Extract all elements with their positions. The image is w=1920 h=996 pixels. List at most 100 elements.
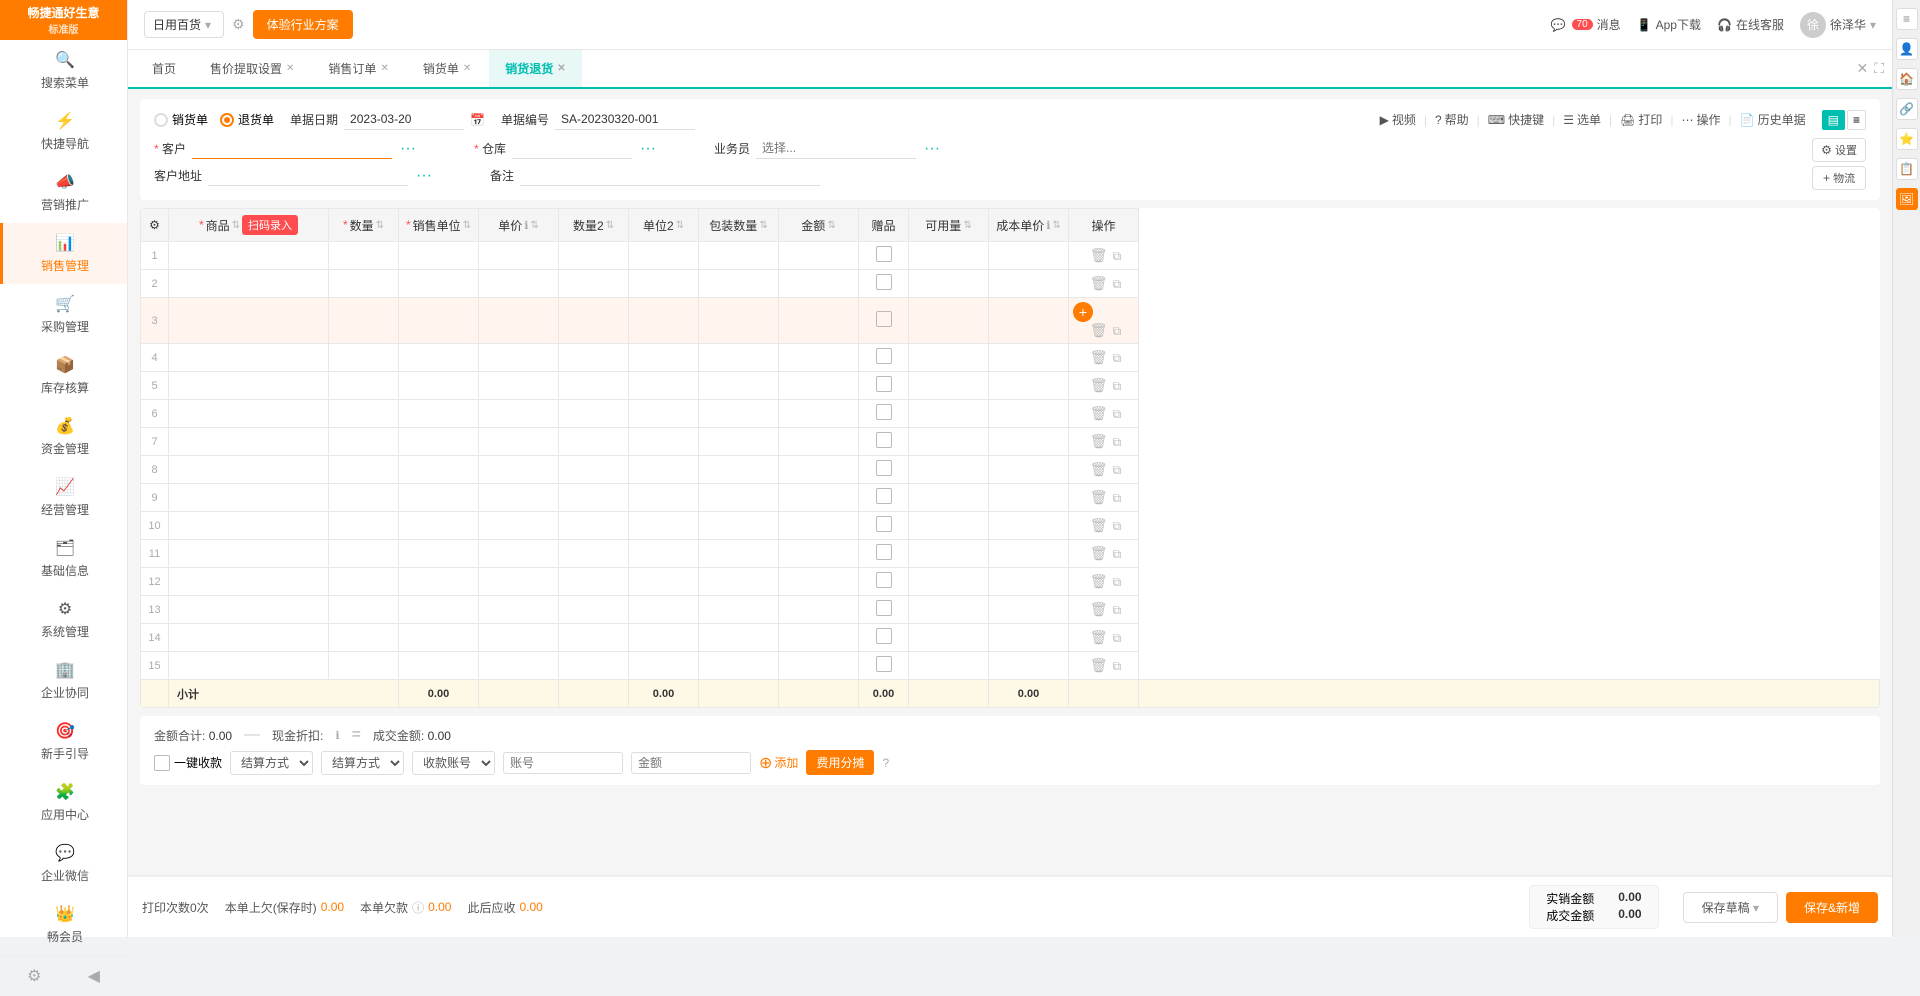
row-goods-11[interactable]: [169, 540, 329, 568]
onepay-checkbox[interactable]: 一键收款: [154, 754, 222, 771]
row-pkg-7[interactable]: [699, 428, 779, 456]
row-amount-13[interactable]: [779, 596, 859, 624]
address-input[interactable]: [208, 165, 408, 186]
sidebar-item-operation[interactable]: 📈 经营管理: [0, 467, 127, 528]
row-gift-3[interactable]: [859, 298, 909, 344]
row-unit-15[interactable]: [399, 652, 479, 680]
row-avail-12[interactable]: [909, 568, 989, 596]
row-gift-12[interactable]: [859, 568, 909, 596]
row-amount-9[interactable]: [779, 484, 859, 512]
row-goods-7[interactable]: [169, 428, 329, 456]
row-price-4[interactable]: [479, 344, 559, 372]
row-pkg-12[interactable]: [699, 568, 779, 596]
rp-icon-6[interactable]: 📋: [1896, 158, 1918, 180]
row-amount-7[interactable]: [779, 428, 859, 456]
row-qty-13[interactable]: [329, 596, 399, 624]
row-pkg-5[interactable]: [699, 372, 779, 400]
row-amount-2[interactable]: [779, 270, 859, 298]
row-unit2-15[interactable]: [629, 652, 699, 680]
row-goods-5[interactable]: [169, 372, 329, 400]
row-cost-15[interactable]: [989, 652, 1069, 680]
print-btn[interactable]: 🖨 打印: [1620, 111, 1662, 128]
unit2-sort-icon[interactable]: ⇅: [676, 220, 684, 231]
logistics-btn[interactable]: + 物流: [1812, 166, 1866, 190]
row-goods-1[interactable]: [169, 242, 329, 270]
sidebar-item-wechat[interactable]: 💬 企业微信: [0, 833, 127, 894]
radio-delivery[interactable]: 销货单: [154, 111, 208, 128]
delete-row-btn[interactable]: 🗑: [1090, 377, 1108, 393]
account-select[interactable]: 收款账号: [412, 751, 495, 775]
row-goods-8[interactable]: [169, 456, 329, 484]
row-pkg-3[interactable]: [699, 298, 779, 344]
row-goods-15[interactable]: [169, 652, 329, 680]
row-avail-8[interactable]: [909, 456, 989, 484]
row-unit2-7[interactable]: [629, 428, 699, 456]
row-price-11[interactable]: [479, 540, 559, 568]
delete-row-btn[interactable]: 🗑: [1090, 573, 1108, 589]
tab-order[interactable]: 销售订单 ✕: [312, 50, 404, 89]
row-qty2-10[interactable]: [559, 512, 629, 540]
row-qty-7[interactable]: [329, 428, 399, 456]
row-avail-2[interactable]: [909, 270, 989, 298]
row-price-2[interactable]: [479, 270, 559, 298]
row-cost-14[interactable]: [989, 624, 1069, 652]
copy-row-btn[interactable]: ⧉: [1113, 324, 1122, 338]
history-btn[interactable]: 📄 历史单据: [1740, 111, 1806, 128]
row-amount-11[interactable]: [779, 540, 859, 568]
row-cost-5[interactable]: [989, 372, 1069, 400]
row-goods-3[interactable]: [169, 298, 329, 344]
copy-row-btn[interactable]: ⧉: [1113, 519, 1122, 533]
row-qty-12[interactable]: [329, 568, 399, 596]
row-gift-5[interactable]: [859, 372, 909, 400]
row-qty2-9[interactable]: [559, 484, 629, 512]
row-unit-1[interactable]: [399, 242, 479, 270]
topbar-gear-icon[interactable]: ⚙: [232, 16, 245, 33]
row-avail-15[interactable]: [909, 652, 989, 680]
row-price-5[interactable]: [479, 372, 559, 400]
tab-price[interactable]: 售价提取设置 ✕: [194, 50, 310, 89]
delete-row-btn[interactable]: 🗑: [1090, 545, 1108, 561]
row-qty2-6[interactable]: [559, 400, 629, 428]
row-amount-6[interactable]: [779, 400, 859, 428]
row-unit-9[interactable]: [399, 484, 479, 512]
rp-icon-1[interactable]: ≡: [1896, 8, 1918, 30]
scan-button[interactable]: 扫码录入: [242, 215, 298, 235]
row-pkg-14[interactable]: [699, 624, 779, 652]
copy-row-btn[interactable]: ⧉: [1113, 491, 1122, 505]
row-qty2-1[interactable]: [559, 242, 629, 270]
row-avail-7[interactable]: [909, 428, 989, 456]
row-gift-7[interactable]: [859, 428, 909, 456]
collapse-icon[interactable]: ◀: [88, 966, 100, 986]
row-goods-13[interactable]: [169, 596, 329, 624]
tab-return[interactable]: 销货退货 ✕: [489, 50, 581, 89]
pkg-sort-icon[interactable]: ⇅: [759, 220, 767, 231]
row-unit-5[interactable]: [399, 372, 479, 400]
row-amount-5[interactable]: [779, 372, 859, 400]
row-price-1[interactable]: [479, 242, 559, 270]
row-gift-13[interactable]: [859, 596, 909, 624]
tab-delivery-close-icon[interactable]: ✕: [463, 63, 471, 74]
copy-row-btn[interactable]: ⧉: [1113, 277, 1122, 291]
sidebar-item-shortcut[interactable]: ⚡ 快捷导航: [0, 101, 127, 162]
row-qty-3[interactable]: [329, 298, 399, 344]
row-qty-8[interactable]: [329, 456, 399, 484]
row-goods-12[interactable]: [169, 568, 329, 596]
row-unit2-4[interactable]: [629, 344, 699, 372]
sidebar-item-finance[interactable]: 💰 资金管理: [0, 406, 127, 467]
row-price-3[interactable]: [479, 298, 559, 344]
row-gift-6[interactable]: [859, 400, 909, 428]
row-cost-1[interactable]: [989, 242, 1069, 270]
number-input[interactable]: [555, 109, 695, 130]
row-avail-6[interactable]: [909, 400, 989, 428]
row-unit2-6[interactable]: [629, 400, 699, 428]
experience-button[interactable]: 体验行业方案: [253, 10, 353, 39]
row-qty-2[interactable]: [329, 270, 399, 298]
delete-row-btn[interactable]: 🗑: [1090, 517, 1108, 533]
online-service-area[interactable]: 🎧 在线客服: [1717, 16, 1784, 33]
operate-btn[interactable]: ⋯ 操作: [1682, 111, 1721, 128]
copy-row-btn[interactable]: ⧉: [1113, 249, 1122, 263]
row-unit2-5[interactable]: [629, 372, 699, 400]
row-price-14[interactable]: [479, 624, 559, 652]
row-unit-3[interactable]: [399, 298, 479, 344]
address-more-btn[interactable]: ···: [414, 167, 434, 185]
